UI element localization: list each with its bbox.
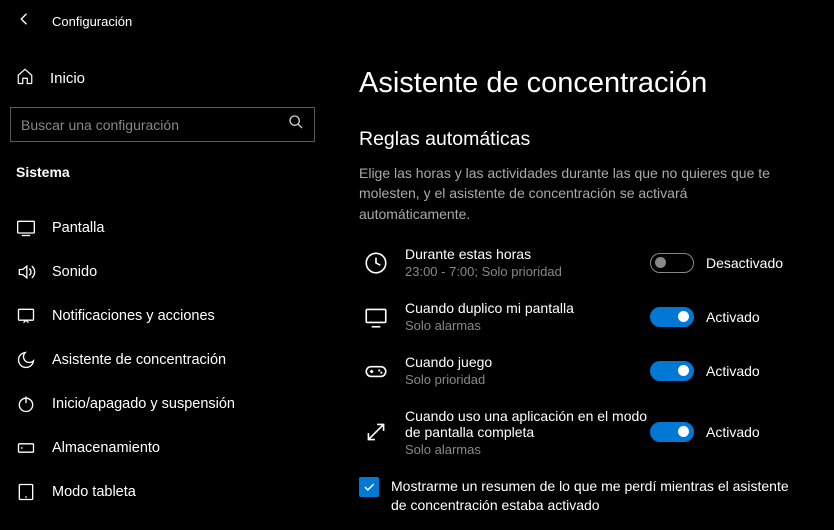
rule-title: Cuando duplico mi pantalla xyxy=(405,300,650,316)
checkbox-icon[interactable] xyxy=(359,477,379,497)
sidebar-item-label: Notificaciones y acciones xyxy=(52,308,215,324)
rule-subtitle: Solo prioridad xyxy=(405,372,650,387)
page-title: Asistente de concentración xyxy=(359,67,800,100)
toggle-duplicate-display[interactable] xyxy=(650,307,694,327)
sidebar-item-notificaciones[interactable]: Notificaciones y acciones xyxy=(10,294,315,338)
sidebar-item-pantalla[interactable]: Pantalla xyxy=(10,206,315,250)
toggle-state: Activado xyxy=(706,424,760,440)
home-icon xyxy=(16,67,34,89)
clock-icon xyxy=(359,246,393,280)
sidebar-home-label: Inicio xyxy=(50,70,85,87)
gamepad-icon xyxy=(359,354,393,388)
section-description: Elige las horas y las actividades durant… xyxy=(359,163,799,224)
toggle-state: Activado xyxy=(706,309,760,325)
duplicate-display-icon xyxy=(359,300,393,334)
rule-fullscreen[interactable]: Cuando uso una aplicación en el modo de … xyxy=(359,408,800,457)
toggle-fullscreen[interactable] xyxy=(650,422,694,442)
toggle-state: Activado xyxy=(706,363,760,379)
main-content: Asistente de concentración Reglas automá… xyxy=(325,39,834,530)
rule-subtitle: Solo alarmas xyxy=(405,442,650,457)
rule-title: Cuando uso una aplicación en el modo de … xyxy=(405,408,650,440)
fullscreen-icon xyxy=(359,415,393,449)
sidebar-item-label: Sonido xyxy=(52,264,97,280)
toggle-hours[interactable] xyxy=(650,253,694,273)
rule-duplicate-display[interactable]: Cuando duplico mi pantalla Solo alarmas … xyxy=(359,300,800,334)
sidebar-item-energia[interactable]: Inicio/apagado y suspensión xyxy=(10,382,315,426)
focus-assist-icon xyxy=(16,350,36,370)
rule-title: Cuando juego xyxy=(405,354,650,370)
sidebar-item-tableta[interactable]: Modo tableta xyxy=(10,470,315,514)
summary-checkbox-label: Mostrarme un resumen de lo que me perdí … xyxy=(391,477,800,516)
sidebar-item-label: Modo tableta xyxy=(52,484,136,500)
sidebar-home[interactable]: Inicio xyxy=(10,59,315,103)
sidebar-item-concentracion[interactable]: Asistente de concentración xyxy=(10,338,315,382)
toggle-gaming[interactable] xyxy=(650,361,694,381)
section-title: Reglas automáticas xyxy=(359,128,800,151)
titlebar: Configuración xyxy=(0,0,834,39)
sidebar-item-almacenamiento[interactable]: Almacenamiento xyxy=(10,426,315,470)
sound-icon xyxy=(16,262,36,282)
toggle-state: Desactivado xyxy=(706,255,783,271)
tablet-icon xyxy=(16,482,36,502)
summary-checkbox-row[interactable]: Mostrarme un resumen de lo que me perdí … xyxy=(359,477,800,516)
sidebar-item-label: Asistente de concentración xyxy=(52,352,226,368)
rule-hours[interactable]: Durante estas horas 23:00 - 7:00; Solo p… xyxy=(359,246,800,280)
storage-icon xyxy=(16,438,36,458)
rule-title: Durante estas horas xyxy=(405,246,650,262)
sidebar-item-label: Almacenamiento xyxy=(52,440,160,456)
power-icon xyxy=(16,394,36,414)
sidebar-item-sonido[interactable]: Sonido xyxy=(10,250,315,294)
window-title: Configuración xyxy=(52,14,132,29)
rule-subtitle: 23:00 - 7:00; Solo prioridad xyxy=(405,264,650,279)
rule-gaming[interactable]: Cuando juego Solo prioridad Activado xyxy=(359,354,800,388)
sidebar-group-label: Sistema xyxy=(10,160,315,206)
notifications-icon xyxy=(16,306,36,326)
rule-subtitle: Solo alarmas xyxy=(405,318,650,333)
back-button[interactable] xyxy=(16,10,34,33)
search-box[interactable] xyxy=(10,107,315,142)
sidebar: Inicio Sistema Pantalla Sonido Not xyxy=(0,39,325,530)
search-input[interactable] xyxy=(21,117,288,133)
sidebar-item-label: Inicio/apagado y suspensión xyxy=(52,396,235,412)
display-icon xyxy=(16,218,36,238)
search-icon xyxy=(288,114,304,135)
sidebar-item-label: Pantalla xyxy=(52,220,104,236)
